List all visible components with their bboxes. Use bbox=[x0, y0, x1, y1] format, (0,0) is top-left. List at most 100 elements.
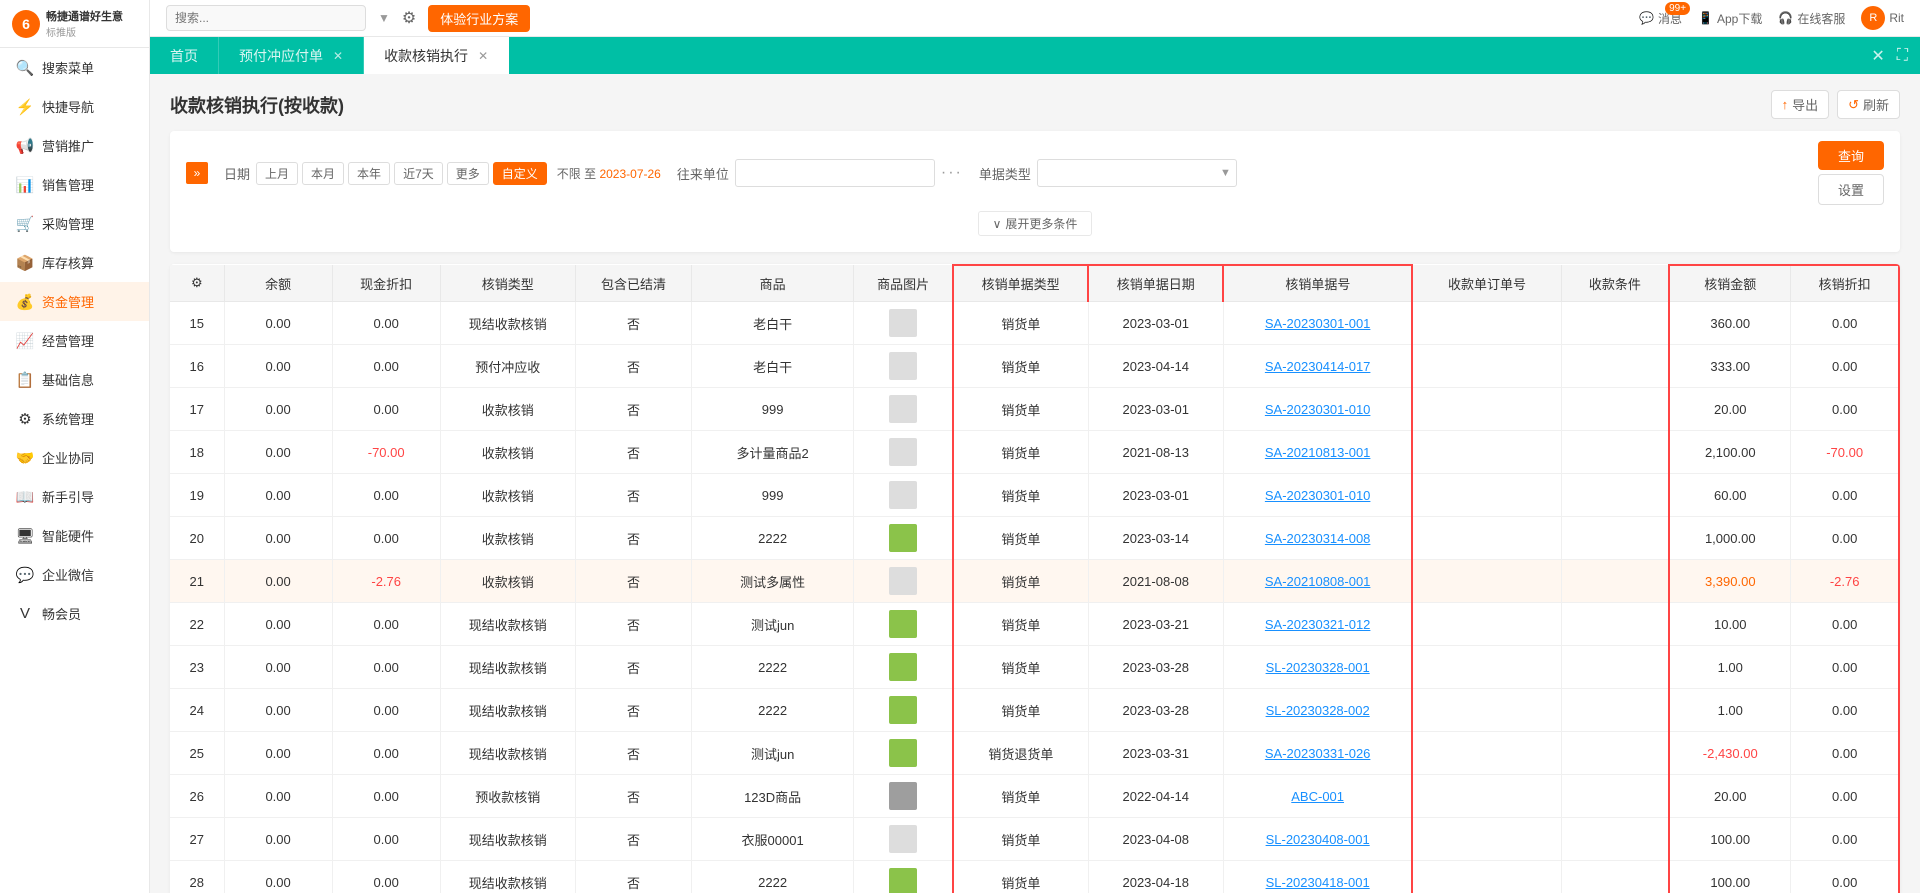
close-prepay-icon[interactable]: ✕ bbox=[333, 49, 343, 63]
date-range: 不限 至 2023-07-26 bbox=[557, 165, 661, 182]
bill-num-link[interactable]: SA-20230301-010 bbox=[1265, 402, 1371, 417]
cell-num: 24 bbox=[170, 689, 224, 732]
refresh-icon: ↺ bbox=[1848, 97, 1859, 113]
date-this-month[interactable]: 本月 bbox=[302, 162, 344, 185]
cell-receipt-cond bbox=[1561, 775, 1669, 818]
expand-row: ∨ 展开更多条件 bbox=[186, 211, 1884, 236]
sidebar-item-资金管理[interactable]: 💰资金管理 bbox=[0, 282, 149, 321]
sidebar-item-基础信息[interactable]: 📋基础信息 bbox=[0, 360, 149, 399]
th-verify-type: 核销类型 bbox=[440, 265, 575, 302]
date-custom[interactable]: 自定义 bbox=[493, 162, 547, 185]
message-btn[interactable]: 💬 消息 99+ bbox=[1639, 10, 1682, 27]
cell-verify-amount: 1.00 bbox=[1669, 689, 1791, 732]
sidebar-item-销售管理[interactable]: 📊销售管理 bbox=[0, 165, 149, 204]
sidebar-icon: 📦 bbox=[16, 254, 34, 272]
bill-num-link[interactable]: SA-20230301-001 bbox=[1265, 316, 1371, 331]
user-avatar[interactable]: R Rit bbox=[1861, 6, 1904, 30]
cell-bill-type: 销货单 bbox=[953, 517, 1088, 560]
tab-receipt[interactable]: 收款核销执行 ✕ bbox=[364, 37, 509, 74]
cell-receipt-order bbox=[1412, 388, 1561, 431]
cell-goods-img bbox=[854, 474, 953, 517]
cell-bill-num: SA-20230301-010 bbox=[1223, 474, 1412, 517]
cell-goods: 测试多属性 bbox=[692, 560, 854, 603]
th-settings[interactable]: ⚙ bbox=[170, 265, 224, 302]
filter-collapse-btn[interactable]: » bbox=[186, 162, 208, 184]
bill-num-link[interactable]: SL-20230328-001 bbox=[1266, 660, 1370, 675]
maximize-icon[interactable]: ⛶ bbox=[1897, 47, 1908, 65]
cell-verify-amount: 100.00 bbox=[1669, 818, 1791, 861]
unit-label: 往来单位 bbox=[677, 164, 729, 183]
expand-icon: ∨ bbox=[993, 217, 1002, 231]
sidebar-item-快捷导航[interactable]: ⚡快捷导航 bbox=[0, 87, 149, 126]
bill-num-link[interactable]: SA-20230301-010 bbox=[1265, 488, 1371, 503]
export-btn[interactable]: ↑ 导出 bbox=[1771, 90, 1830, 119]
table-row: 19 0.00 0.00 收款核销 否 999 销货单 2023-03-01 S… bbox=[170, 474, 1899, 517]
cell-verify-discount: 0.00 bbox=[1791, 302, 1899, 345]
cell-goods-img bbox=[854, 302, 953, 345]
cell-bill-type: 销货单 bbox=[953, 689, 1088, 732]
bill-num-link[interactable]: SA-20230331-026 bbox=[1265, 746, 1371, 761]
sidebar-item-企业协同[interactable]: 🤝企业协同 bbox=[0, 438, 149, 477]
cell-balance: 0.00 bbox=[224, 560, 332, 603]
app-download-btn[interactable]: 📱 App下载 bbox=[1698, 10, 1762, 27]
trial-btn[interactable]: 体验行业方案 bbox=[428, 5, 530, 32]
close-all-icon[interactable]: ✕ bbox=[1871, 46, 1884, 66]
bill-num-link[interactable]: SA-20210808-001 bbox=[1265, 574, 1371, 589]
sidebar-item-畅会员[interactable]: V畅会员 bbox=[0, 594, 149, 633]
online-service-btn[interactable]: 🎧 在线客服 bbox=[1778, 10, 1845, 27]
search-input[interactable] bbox=[166, 5, 366, 31]
cell-bill-date: 2023-03-28 bbox=[1088, 689, 1223, 732]
main-table: ⚙ 余额 现金折扣 核销类型 包含已结清 商品 商品图片 核销单据类型 核销单据… bbox=[170, 264, 1900, 893]
bill-num-link[interactable]: SA-20210813-001 bbox=[1265, 445, 1371, 460]
cell-balance: 0.00 bbox=[224, 646, 332, 689]
sidebar-icon: 🖥 bbox=[16, 527, 34, 545]
close-receipt-icon[interactable]: ✕ bbox=[478, 49, 488, 63]
cell-verify-discount: -2.76 bbox=[1791, 560, 1899, 603]
bill-num-link[interactable]: SL-20230418-001 bbox=[1266, 875, 1370, 890]
bill-num-link[interactable]: SA-20230321-012 bbox=[1265, 617, 1371, 632]
cell-verify-discount: 0.00 bbox=[1791, 517, 1899, 560]
date-more[interactable]: 更多 bbox=[447, 162, 489, 185]
cell-goods: 多计量商品2 bbox=[692, 431, 854, 474]
bill-num-link[interactable]: SA-20230414-017 bbox=[1265, 359, 1371, 374]
sidebar-item-采购管理[interactable]: 🛒采购管理 bbox=[0, 204, 149, 243]
cell-balance: 0.00 bbox=[224, 818, 332, 861]
cell-num: 20 bbox=[170, 517, 224, 560]
gear-icon[interactable]: ⚙ bbox=[402, 8, 416, 28]
sidebar-item-系统管理[interactable]: ⚙系统管理 bbox=[0, 399, 149, 438]
unit-input[interactable] bbox=[735, 159, 935, 187]
bill-num-link[interactable]: SL-20230408-001 bbox=[1266, 832, 1370, 847]
sidebar-item-搜索菜单[interactable]: 🔍搜索菜单 bbox=[0, 48, 149, 87]
date-7days[interactable]: 近7天 bbox=[394, 162, 443, 185]
cell-balance: 0.00 bbox=[224, 732, 332, 775]
bill-num-link[interactable]: SL-20230328-002 bbox=[1266, 703, 1370, 718]
cell-included: 否 bbox=[575, 474, 691, 517]
sidebar-item-企业微信[interactable]: 💬企业微信 bbox=[0, 555, 149, 594]
date-this-year[interactable]: 本年 bbox=[348, 162, 390, 185]
th-goods: 商品 bbox=[692, 265, 854, 302]
sidebar-item-经营管理[interactable]: 📈经营管理 bbox=[0, 321, 149, 360]
sidebar-item-营销推广[interactable]: 📢营销推广 bbox=[0, 126, 149, 165]
query-btn[interactable]: 查询 bbox=[1818, 141, 1884, 170]
th-bill-date: 核销单据日期 bbox=[1088, 265, 1223, 302]
expand-btn[interactable]: ∨ 展开更多条件 bbox=[978, 211, 1093, 236]
billtype-select[interactable] bbox=[1037, 159, 1237, 187]
bill-num-link[interactable]: SA-20230314-008 bbox=[1265, 531, 1371, 546]
sidebar-label: 畅会员 bbox=[42, 604, 81, 623]
sidebar-item-库存核算[interactable]: 📦库存核算 bbox=[0, 243, 149, 282]
refresh-btn[interactable]: ↺ 刷新 bbox=[1837, 90, 1900, 119]
cell-bill-date: 2021-08-13 bbox=[1088, 431, 1223, 474]
cell-num: 16 bbox=[170, 345, 224, 388]
date-prev-month[interactable]: 上月 bbox=[256, 162, 298, 185]
tab-home[interactable]: 首页 bbox=[150, 37, 219, 74]
cell-num: 19 bbox=[170, 474, 224, 517]
bill-num-link[interactable]: ABC-001 bbox=[1291, 789, 1344, 804]
sidebar-item-新手引导[interactable]: 📖新手引导 bbox=[0, 477, 149, 516]
top-right: 💬 消息 99+ 📱 App下载 🎧 在线客服 R Rit bbox=[1639, 6, 1904, 30]
sidebar-item-智能硬件[interactable]: 🖥智能硬件 bbox=[0, 516, 149, 555]
tab-prepay[interactable]: 预付冲应付单 ✕ bbox=[219, 37, 364, 74]
table-row: 20 0.00 0.00 收款核销 否 2222 销货单 2023-03-14 … bbox=[170, 517, 1899, 560]
setting-btn[interactable]: 设置 bbox=[1818, 174, 1884, 205]
cell-verify-type: 收款核销 bbox=[440, 517, 575, 560]
sidebar-icon: 💰 bbox=[16, 293, 34, 311]
